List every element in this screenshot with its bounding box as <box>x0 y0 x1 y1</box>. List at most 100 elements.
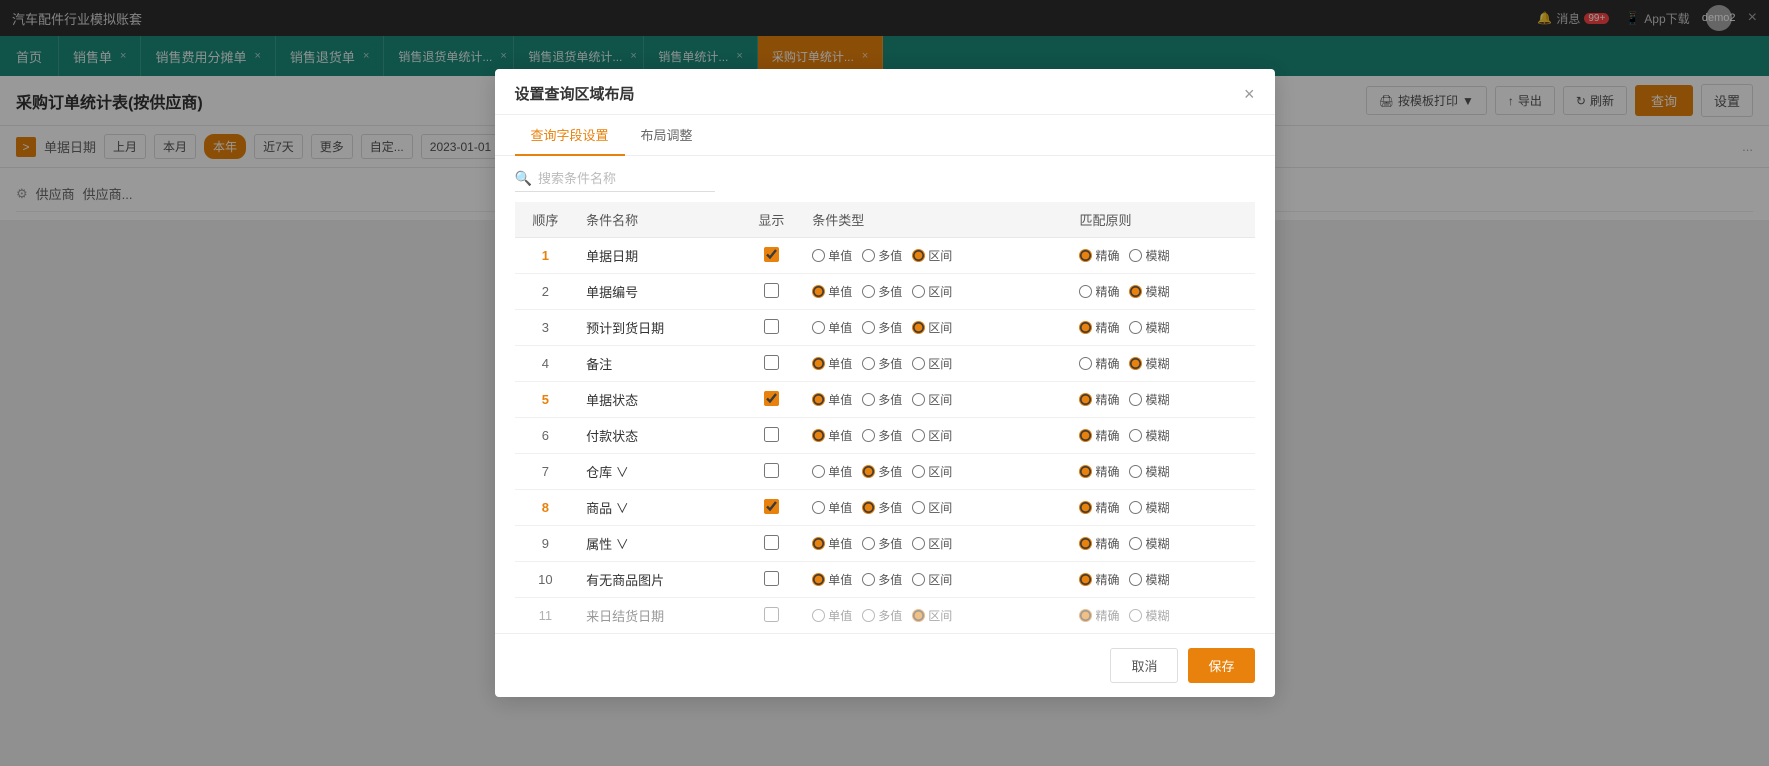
row-match-cell: 精确模糊 <box>1069 490 1254 526</box>
row-display-checkbox[interactable] <box>764 535 779 550</box>
row-order: 1 <box>515 238 577 274</box>
row-display-checkbox[interactable] <box>764 355 779 370</box>
row-match-option[interactable]: 精确 <box>1079 319 1119 336</box>
dialog-footer: 取消 保存 <box>495 633 1275 697</box>
row-display-checkbox[interactable] <box>764 319 779 334</box>
row-match-option[interactable]: 模糊 <box>1129 247 1169 264</box>
row-type-option[interactable]: 多值 <box>862 355 902 372</box>
row-type-option[interactable]: 单值 <box>812 463 852 480</box>
row-type-option[interactable]: 单值 <box>812 571 852 588</box>
row-type-option[interactable]: 多值 <box>862 247 902 264</box>
row-type-option[interactable]: 多值 <box>862 283 902 300</box>
row-field-name: 付款状态 <box>576 418 740 454</box>
row-match-option[interactable]: 精确 <box>1079 463 1119 480</box>
row-type-cell: 单值多值区间 <box>802 382 1069 418</box>
row-match-option[interactable]: 精确 <box>1079 355 1119 372</box>
row-type-option[interactable]: 多值 <box>862 535 902 552</box>
row-type-option[interactable]: 多值 <box>862 319 902 336</box>
row-match-option[interactable]: 精确 <box>1079 283 1119 300</box>
row-match-option[interactable]: 精确 <box>1079 247 1119 264</box>
row-display-checkbox[interactable] <box>764 499 779 514</box>
row-match-option[interactable]: 模糊 <box>1129 607 1169 624</box>
row-type-option[interactable]: 区间 <box>912 283 952 300</box>
search-input[interactable] <box>538 171 715 186</box>
row-match-option[interactable]: 精确 <box>1079 607 1119 624</box>
tab-query-fields[interactable]: 查询字段设置 <box>515 115 625 156</box>
row-match-option[interactable]: 模糊 <box>1129 283 1169 300</box>
row-match-option[interactable]: 精确 <box>1079 391 1119 408</box>
row-display-checkbox[interactable] <box>764 247 779 262</box>
row-match-option[interactable]: 精确 <box>1079 427 1119 444</box>
row-match-cell: 精确模糊 <box>1069 238 1254 274</box>
row-match-option[interactable]: 模糊 <box>1129 499 1169 516</box>
row-order: 11 <box>515 598 577 634</box>
row-type-option[interactable]: 区间 <box>912 571 952 588</box>
row-order: 6 <box>515 418 577 454</box>
row-display-checkbox[interactable] <box>764 391 779 406</box>
row-type-option[interactable]: 单值 <box>812 319 852 336</box>
row-display-cell <box>741 598 803 634</box>
row-type-cell: 单值多值区间 <box>802 238 1069 274</box>
row-match-option[interactable]: 精确 <box>1079 571 1119 588</box>
row-type-option[interactable]: 区间 <box>912 355 952 372</box>
row-field-name: 商品 ∨ <box>576 490 740 526</box>
row-type-option[interactable]: 多值 <box>862 463 902 480</box>
row-type-option[interactable]: 区间 <box>912 247 952 264</box>
row-display-checkbox[interactable] <box>764 283 779 298</box>
row-type-option[interactable]: 区间 <box>912 499 952 516</box>
row-match-option[interactable]: 精确 <box>1079 499 1119 516</box>
row-display-cell <box>741 238 803 274</box>
row-order: 10 <box>515 562 577 598</box>
row-match-cell: 精确模糊 <box>1069 454 1254 490</box>
row-display-checkbox[interactable] <box>764 463 779 478</box>
row-type-option[interactable]: 单值 <box>812 247 852 264</box>
tab-layout-adjust[interactable]: 布局调整 <box>625 115 709 156</box>
row-type-option[interactable]: 区间 <box>912 535 952 552</box>
row-type-option[interactable]: 多值 <box>862 607 902 624</box>
row-type-option[interactable]: 多值 <box>862 499 902 516</box>
row-display-checkbox[interactable] <box>764 427 779 442</box>
table-row: 9属性 ∨单值多值区间精确模糊 <box>515 526 1255 562</box>
row-match-option[interactable]: 精确 <box>1079 535 1119 552</box>
row-order: 3 <box>515 310 577 346</box>
row-type-option[interactable]: 单值 <box>812 499 852 516</box>
cancel-button[interactable]: 取消 <box>1110 648 1178 683</box>
row-field-name: 备注 <box>576 346 740 382</box>
row-type-option[interactable]: 多值 <box>862 571 902 588</box>
row-type-option[interactable]: 多值 <box>862 427 902 444</box>
row-match-option[interactable]: 模糊 <box>1129 535 1169 552</box>
row-field-name: 来日结货日期 <box>576 598 740 634</box>
row-match-option[interactable]: 模糊 <box>1129 391 1169 408</box>
row-type-option[interactable]: 区间 <box>912 607 952 624</box>
row-match-option[interactable]: 模糊 <box>1129 427 1169 444</box>
row-type-option[interactable]: 区间 <box>912 319 952 336</box>
row-type-option[interactable]: 单值 <box>812 607 852 624</box>
row-match-option[interactable]: 模糊 <box>1129 355 1169 372</box>
row-type-option[interactable]: 单值 <box>812 355 852 372</box>
row-match-option[interactable]: 模糊 <box>1129 319 1169 336</box>
row-type-option[interactable]: 区间 <box>912 427 952 444</box>
modal-overlay: 设置查询区域布局 × 查询字段设置 布局调整 🔍 顺序 <box>0 0 1769 766</box>
row-match-option[interactable]: 模糊 <box>1129 463 1169 480</box>
row-display-checkbox[interactable] <box>764 607 779 622</box>
row-field-name: 单据日期 <box>576 238 740 274</box>
row-match-option[interactable]: 模糊 <box>1129 571 1169 588</box>
row-type-option[interactable]: 单值 <box>812 283 852 300</box>
table-row: 10有无商品图片单值多值区间精确模糊 <box>515 562 1255 598</box>
dialog-close-button[interactable]: × <box>1244 85 1255 103</box>
row-display-cell <box>741 310 803 346</box>
row-type-option[interactable]: 单值 <box>812 427 852 444</box>
row-type-cell: 单值多值区间 <box>802 598 1069 634</box>
table-row: 1单据日期单值多值区间精确模糊 <box>515 238 1255 274</box>
row-type-option[interactable]: 区间 <box>912 463 952 480</box>
row-order: 8 <box>515 490 577 526</box>
dialog-search-area: 🔍 <box>495 156 1275 202</box>
row-type-option[interactable]: 单值 <box>812 535 852 552</box>
row-type-option[interactable]: 多值 <box>862 391 902 408</box>
row-match-cell: 精确模糊 <box>1069 526 1254 562</box>
row-type-option[interactable]: 单值 <box>812 391 852 408</box>
row-display-checkbox[interactable] <box>764 571 779 586</box>
row-type-cell: 单值多值区间 <box>802 454 1069 490</box>
save-button[interactable]: 保存 <box>1188 648 1254 683</box>
row-type-option[interactable]: 区间 <box>912 391 952 408</box>
